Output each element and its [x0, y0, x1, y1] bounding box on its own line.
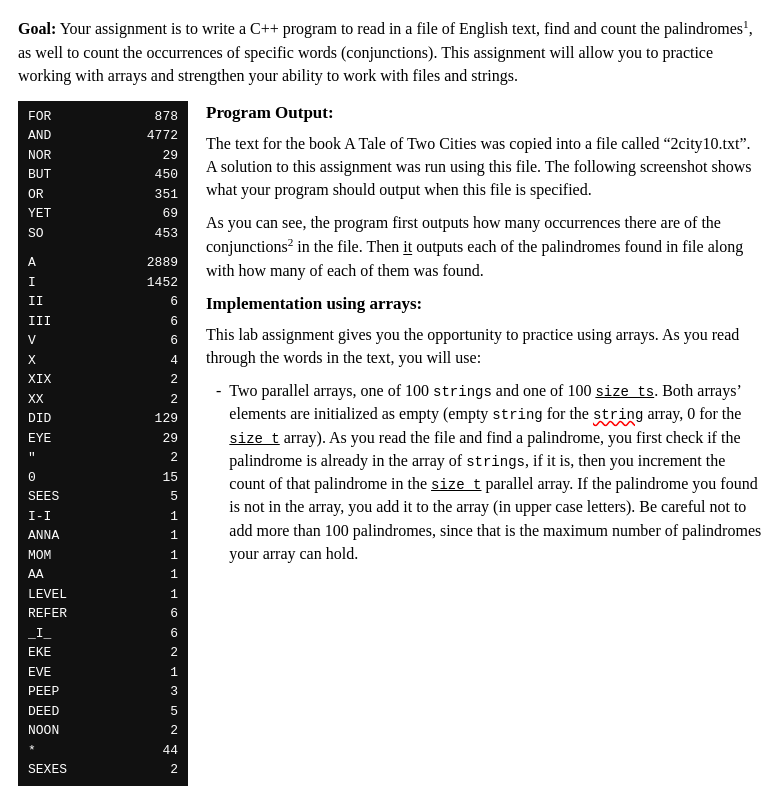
table-row: EYE29	[28, 429, 178, 449]
table-row: SEES5	[28, 487, 178, 507]
table-row: NOON2	[28, 721, 178, 741]
goal-paragraph: Goal: Your assignment is to write a C++ …	[18, 16, 763, 87]
table-row: III6	[28, 312, 178, 332]
impl-heading: Implementation using arrays:	[206, 292, 763, 317]
table-row: EVE1	[28, 663, 178, 683]
table-row: 015	[28, 468, 178, 488]
dash-1: -	[216, 379, 221, 565]
program-output-p1: The text for the book A Tale of Two Citi…	[206, 132, 763, 202]
p2-text-b: in the file. Then	[293, 239, 403, 256]
table-row: I-I1	[28, 507, 178, 527]
table-row: SEXES2	[28, 760, 178, 780]
output-table: FOR878AND4772NOR29BUT450OR351YET69SO453 A…	[18, 101, 188, 786]
bullet-1: - Two parallel arrays, one of 100 string…	[206, 379, 763, 565]
bottom-section: - Two parallel arrays, one of the conjun…	[18, 796, 763, 801]
table-row: REFER6	[28, 604, 178, 624]
table-row: EKE2	[28, 643, 178, 663]
table-row: NOR29	[28, 146, 178, 166]
goal-label: Goal:	[18, 20, 56, 37]
table-row: XX2	[28, 390, 178, 410]
table-row: I1452	[28, 273, 178, 293]
table-row: "2	[28, 448, 178, 468]
bullet-2: - Two parallel arrays, one of the conjun…	[18, 796, 763, 801]
bullet-1-text: Two parallel arrays, one of 100 strings …	[229, 379, 763, 565]
table-row: *44	[28, 741, 178, 761]
table-row: XIX2	[28, 370, 178, 390]
program-output-p2: As you can see, the program first output…	[206, 211, 763, 282]
table-row: BUT450	[28, 165, 178, 185]
table-row: PEEP3	[28, 682, 178, 702]
main-layout: FOR878AND4772NOR29BUT450OR351YET69SO453 A…	[18, 101, 763, 786]
table-row: II6	[28, 292, 178, 312]
table-row: X4	[28, 351, 178, 371]
impl-p1: This lab assignment gives you the opport…	[206, 323, 763, 369]
table-row: ANNA1	[28, 526, 178, 546]
p2-it: it	[403, 239, 412, 256]
table-row: AND4772	[28, 126, 178, 146]
program-output-heading: Program Output:	[206, 101, 763, 126]
table-row: FOR878	[28, 107, 178, 127]
table-row: DID129	[28, 409, 178, 429]
dash-2: -	[28, 796, 33, 801]
table-row: AA1	[28, 565, 178, 585]
table-row: OR351	[28, 185, 178, 205]
table-row: A2889	[28, 253, 178, 273]
right-content: Program Output: The text for the book A …	[206, 101, 763, 786]
bullet-2-text: Two parallel arrays, one of the conjunct…	[41, 796, 560, 801]
table-row: LEVEL1	[28, 585, 178, 605]
goal-text1: Your assignment is to write a C++ progra…	[56, 20, 743, 37]
table-row: SO453	[28, 224, 178, 244]
table-row: DEED5	[28, 702, 178, 722]
table-row: _I_6	[28, 624, 178, 644]
table-row: YET69	[28, 204, 178, 224]
table-row: V6	[28, 331, 178, 351]
table-row: MOM1	[28, 546, 178, 566]
